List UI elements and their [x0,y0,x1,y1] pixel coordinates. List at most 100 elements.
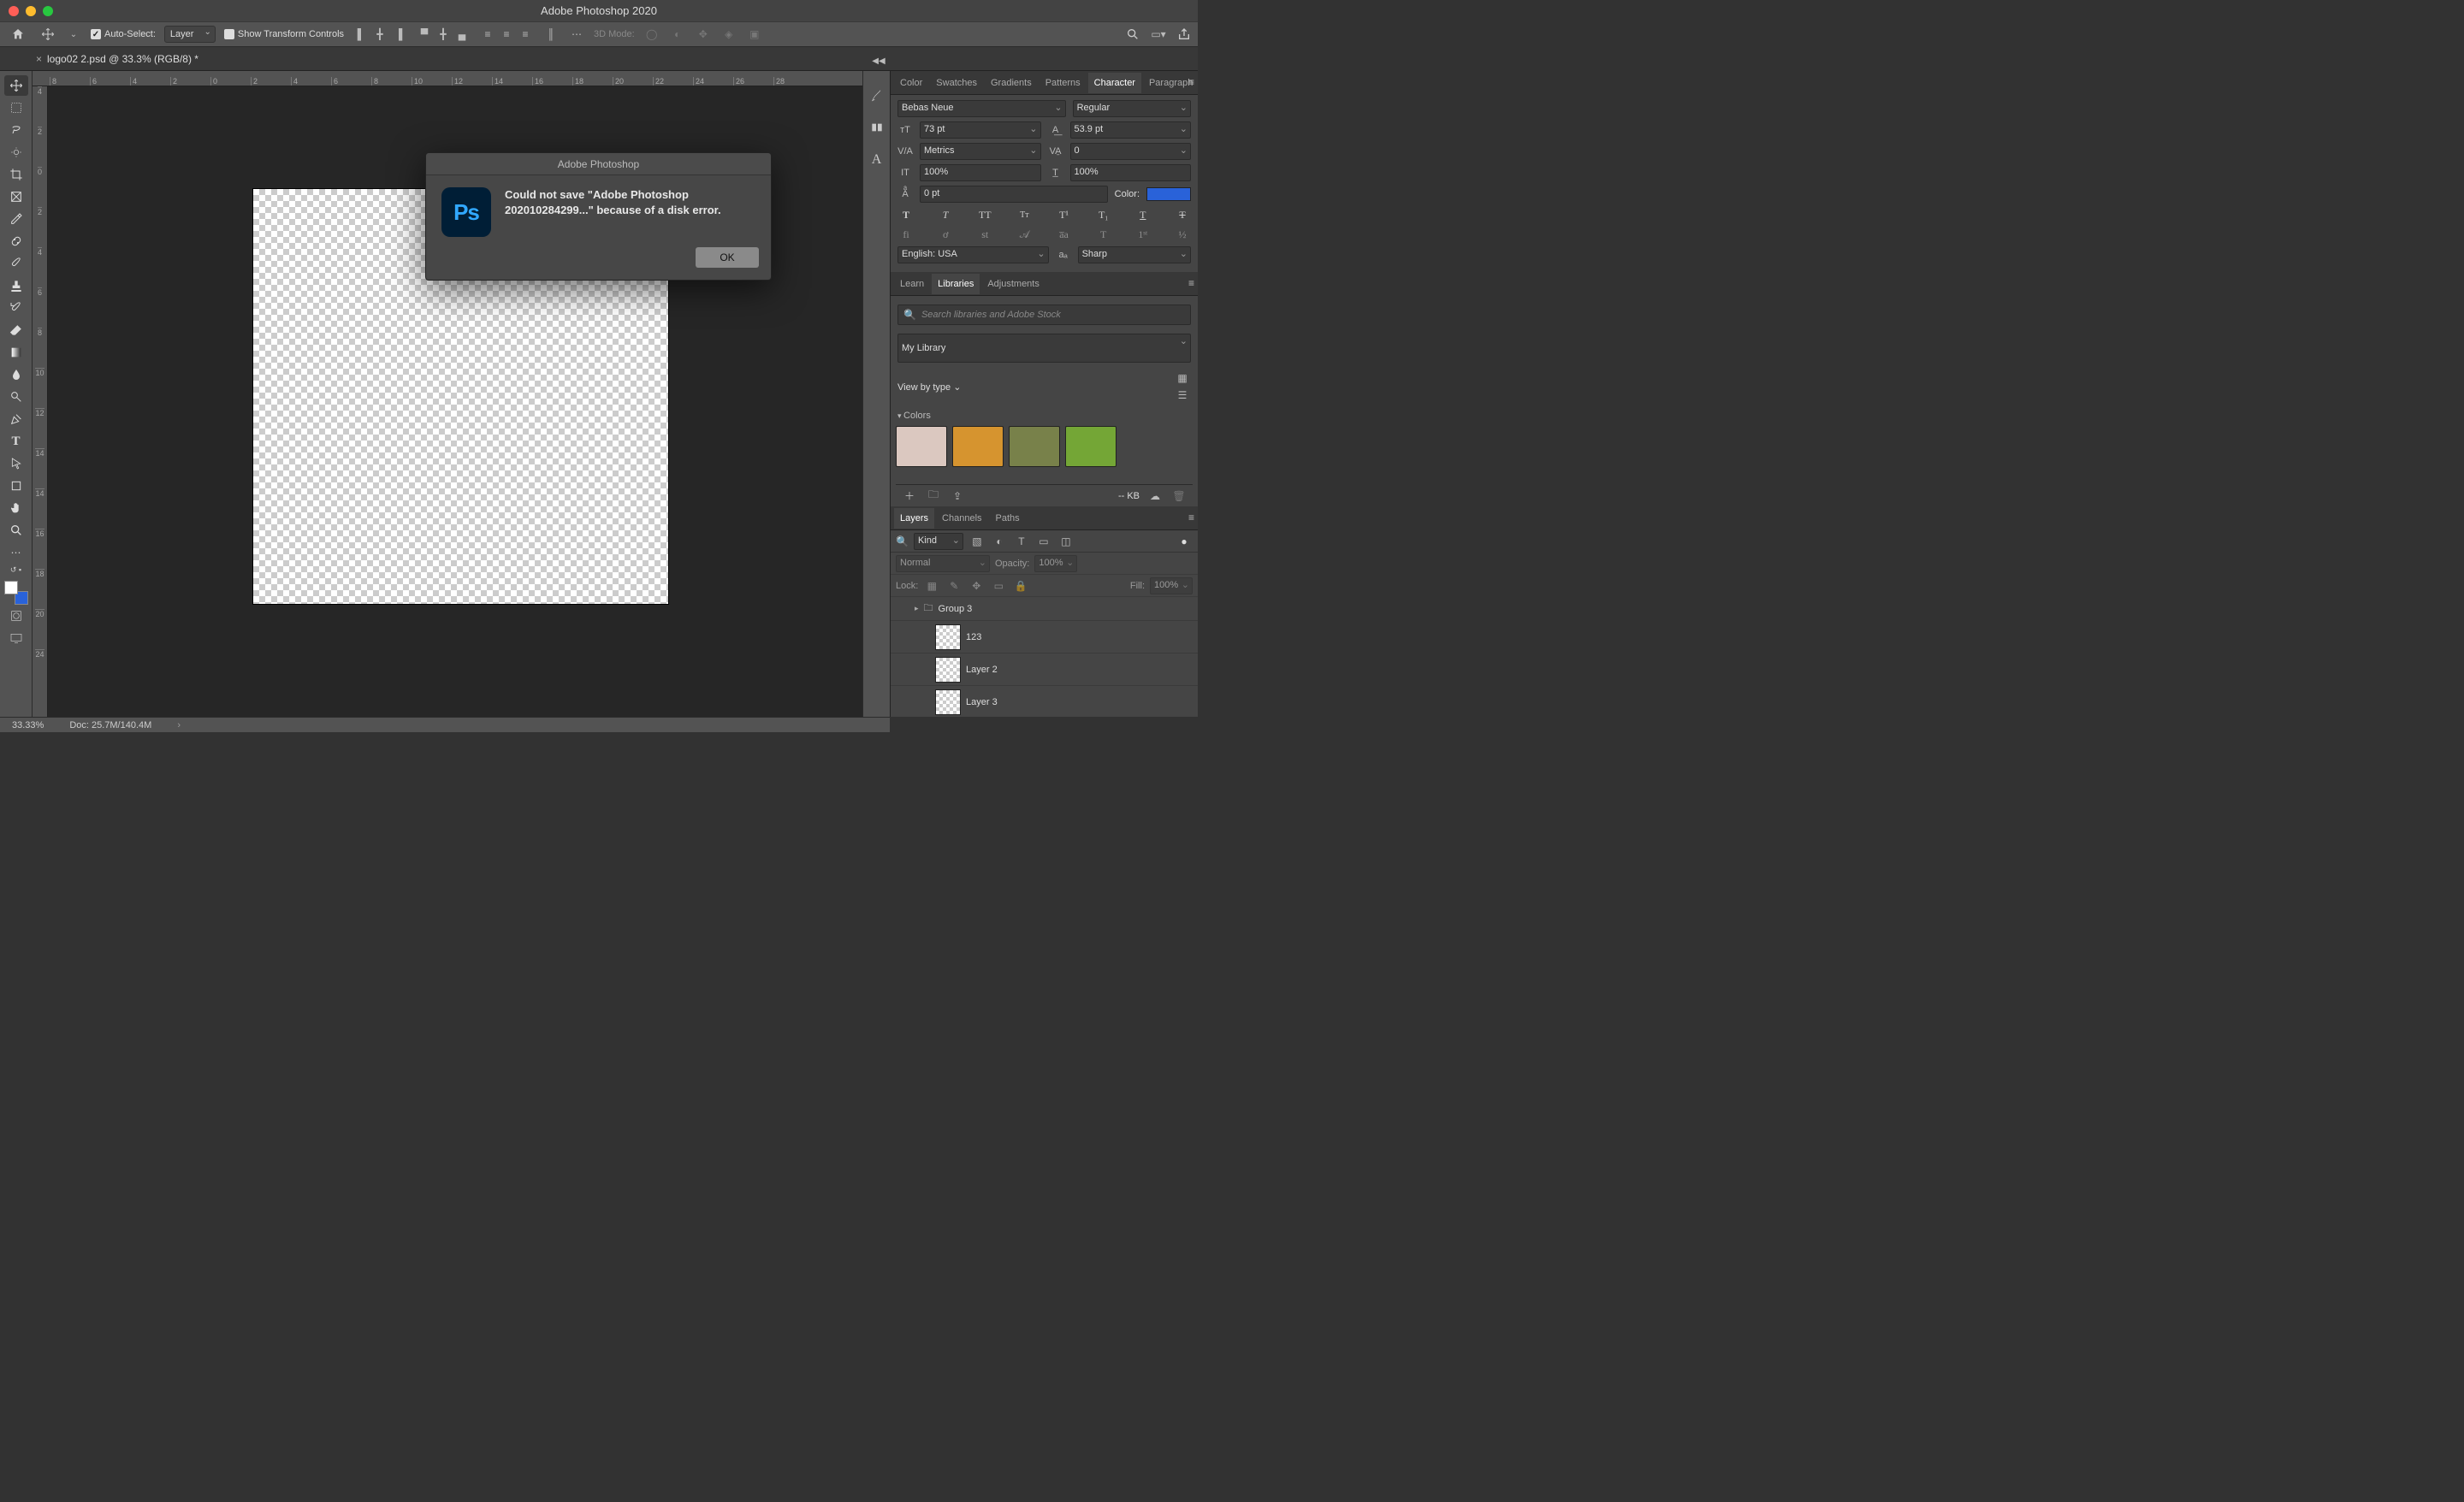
add-folder-icon[interactable]: 🗀 [925,488,942,505]
filter-adjust-icon[interactable]: ◐ [991,533,1008,550]
layer-name[interactable]: Layer 3 [966,697,998,707]
glyphs-icon[interactable]: A [868,151,886,169]
smallcaps-button[interactable]: Tᴛ [1016,207,1033,222]
clone-source-icon[interactable] [868,119,886,136]
tracking-input[interactable]: 0 [1070,143,1192,160]
ligature-button[interactable]: fi [897,227,915,242]
filter-kind-select[interactable]: Kind [914,533,963,550]
edit-toolbar-icon[interactable]: ⋯ [4,542,28,563]
lock-position-icon[interactable]: ✥ [968,577,985,594]
auto-select-target[interactable]: Layer [164,26,216,43]
workspace-switcher-icon[interactable]: ▭▾ [1150,26,1167,43]
opacity-input[interactable]: 100% [1034,555,1077,572]
window-close-icon[interactable] [9,6,19,16]
filter-smart-icon[interactable]: ◫ [1057,533,1075,550]
screen-mode-icon[interactable] [4,628,28,648]
superscript-button[interactable]: T¹ [1056,207,1073,222]
align-hcenter-icon[interactable]: ╋ [371,26,388,43]
align-top-icon[interactable]: ▀ [416,26,433,43]
dodge-tool[interactable] [4,387,28,407]
tab-adjustments[interactable]: Adjustments [981,274,1045,294]
font-style-select[interactable]: Regular [1073,100,1191,117]
layer-name[interactable]: Group 3 [939,604,973,614]
crop-tool[interactable] [4,164,28,185]
swap-fg-bg-icon[interactable]: ↺ ▪ [4,565,28,575]
baseline-input[interactable]: 0 pt [920,186,1108,203]
underline-button[interactable]: T [1134,207,1152,222]
slashed-zero-button[interactable]: ½ [1174,227,1191,242]
library-section-colors[interactable]: Colors [896,407,1193,424]
titling-button[interactable]: a̅a [1056,227,1073,242]
document-tab[interactable]: × logo02 2.psd @ 33.3% (RGB/8) * [36,53,198,65]
home-button[interactable] [5,25,31,44]
align-vcenter-icon[interactable]: ╋ [435,26,452,43]
vscale-input[interactable]: 100% [920,164,1041,181]
tab-learn[interactable]: Learn [894,274,930,294]
hand-tool[interactable] [4,498,28,518]
filter-shape-icon[interactable]: ▭ [1035,533,1052,550]
language-select[interactable]: English: USA [897,246,1049,263]
layer-row[interactable]: ▸🗀Group 3 [891,597,1198,621]
history-brush-tool[interactable] [4,298,28,318]
panel-menu-icon[interactable]: ≡ [1188,277,1194,289]
brush-tool[interactable] [4,253,28,274]
filter-type-icon[interactable]: T [1013,533,1030,550]
path-select-tool[interactable] [4,453,28,474]
more-options-icon[interactable]: ⋯ [568,26,585,43]
blend-mode-select[interactable]: Normal [896,555,990,572]
tab-color[interactable]: Color [894,73,928,93]
allcaps-button[interactable]: TT [976,207,993,222]
add-content-icon[interactable]: ＋ [901,488,918,505]
collapse-arrow-icon[interactable]: ◀◀ [870,52,887,69]
shape-tool[interactable] [4,476,28,496]
brush-preset-icon[interactable] [868,86,886,103]
contextual-alt-button[interactable]: ơ [937,227,954,242]
fractions-button[interactable]: 1ˢᵗ [1134,227,1152,242]
text-color-chip[interactable] [1146,187,1191,201]
lasso-tool[interactable] [4,120,28,140]
library-color-swatch[interactable] [1009,426,1060,467]
list-view-icon[interactable]: ☰ [1174,387,1191,404]
frame-tool[interactable] [4,186,28,207]
fg-bg-swatches[interactable] [4,581,28,605]
blur-tool[interactable] [4,364,28,385]
tab-gradients[interactable]: Gradients [985,73,1038,93]
layer-row[interactable]: Layer 3 [891,686,1198,717]
ordinals-button[interactable]: T [1095,227,1112,242]
search-icon[interactable] [1124,26,1141,43]
layer-row[interactable]: 123 [891,621,1198,653]
lock-pixel-icon[interactable]: ✎ [945,577,962,594]
subscript-button[interactable]: T₁ [1095,207,1112,222]
distribute-vcenter-icon[interactable]: ≡ [498,26,515,43]
tab-character[interactable]: Character [1088,73,1141,93]
gradient-tool[interactable] [4,342,28,363]
window-max-icon[interactable] [43,6,53,16]
quick-select-tool[interactable] [4,142,28,163]
layer-name[interactable]: 123 [966,632,981,642]
type-tool[interactable]: T [4,431,28,452]
eyedropper-tool[interactable] [4,209,28,229]
lock-transp-icon[interactable]: ▦ [923,577,940,594]
marquee-tool[interactable] [4,98,28,118]
tab-libraries[interactable]: Libraries [932,274,980,294]
tab-layers[interactable]: Layers [894,508,934,529]
close-tab-icon[interactable]: × [36,53,42,65]
tab-paths[interactable]: Paths [990,508,1026,529]
italic-button[interactable]: T [937,207,954,222]
move-tool-icon[interactable] [39,26,56,43]
distribute-top-icon[interactable]: ≡ [479,26,496,43]
library-search[interactable]: 🔍 [897,305,1191,325]
library-color-swatch[interactable] [1065,426,1116,467]
fill-input[interactable]: 100% [1150,577,1193,594]
tab-swatches[interactable]: Swatches [930,73,983,93]
stylistic-button[interactable]: st [976,227,993,242]
grid-view-icon[interactable]: ▦ [1174,370,1191,387]
panel-menu-icon[interactable]: ≡ [1188,512,1194,523]
layer-thumbnail[interactable] [935,657,961,683]
library-search-input[interactable] [921,310,1185,320]
sync-icon[interactable]: ☁ [1146,488,1164,505]
move-tool[interactable] [4,75,28,96]
quick-mask-icon[interactable] [4,606,28,626]
status-zoom[interactable]: 33.33% [12,720,44,730]
layer-name[interactable]: Layer 2 [966,665,998,675]
